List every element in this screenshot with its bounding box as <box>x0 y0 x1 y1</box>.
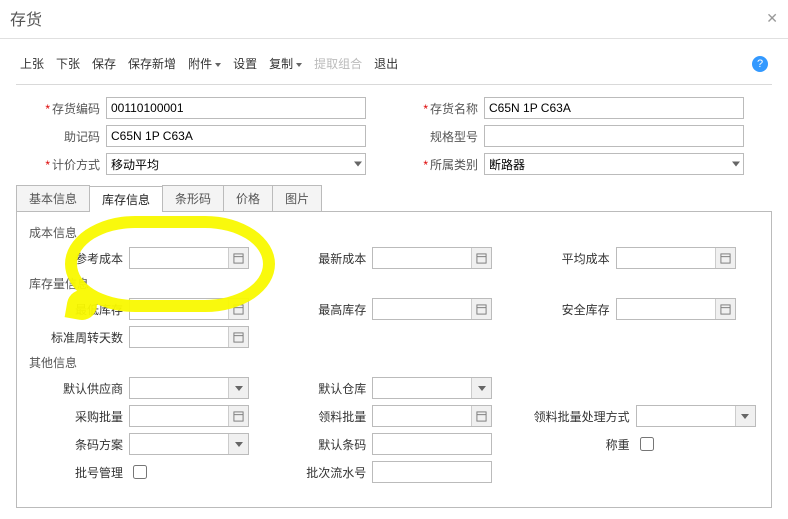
input-min-stock[interactable] <box>129 298 249 320</box>
tabs: 基本信息 库存信息 条形码 价格 图片 <box>16 185 772 212</box>
input-name[interactable] <box>484 97 744 119</box>
tab-basic[interactable]: 基本信息 <box>16 185 90 211</box>
section-qty-title: 库存量信息 <box>29 275 759 292</box>
label-name: 存货名称 <box>394 100 484 117</box>
input-latest-cost[interactable] <box>372 247 492 269</box>
label-category: 所属类别 <box>394 156 484 173</box>
picker-icon[interactable] <box>228 406 248 426</box>
input-batch-serial[interactable] <box>372 461 492 483</box>
label-ref-cost: 参考成本 <box>29 250 129 267</box>
chevron-down-icon[interactable] <box>228 378 248 398</box>
page-title: 存货 <box>10 6 42 30</box>
tab-barcode[interactable]: 条形码 <box>162 185 224 211</box>
label-purchase-batch: 采购批量 <box>29 408 129 425</box>
toolbar-save[interactable]: 保存 <box>92 55 116 72</box>
label-avg-cost: 平均成本 <box>516 250 616 267</box>
toolbar-copy[interactable]: 复制 <box>269 55 302 72</box>
input-ref-cost[interactable] <box>129 247 249 269</box>
label-std-turn-days: 标准周转天数 <box>29 329 129 346</box>
help-icon[interactable]: ? <box>752 56 768 72</box>
picker-icon[interactable] <box>715 299 735 319</box>
toolbar-next[interactable]: 下张 <box>56 55 80 72</box>
picker-icon[interactable] <box>471 248 491 268</box>
picker-icon[interactable] <box>471 299 491 319</box>
section-other-title: 其他信息 <box>29 354 759 371</box>
checkbox-weigh[interactable] <box>640 437 654 451</box>
label-max-stock: 最高库存 <box>272 301 372 318</box>
tab-price[interactable]: 价格 <box>223 185 273 211</box>
label-barcode-scheme: 条码方案 <box>29 436 129 453</box>
picker-icon[interactable] <box>715 248 735 268</box>
picker-icon[interactable] <box>471 406 491 426</box>
picker-icon[interactable] <box>228 248 248 268</box>
input-spec[interactable] <box>484 125 744 147</box>
label-default-barcode: 默认条码 <box>272 436 372 453</box>
input-std-turn-days[interactable] <box>129 326 249 348</box>
label-mnemonic: 助记码 <box>16 128 106 145</box>
select-barcode-scheme[interactable] <box>129 433 249 455</box>
tab-stock[interactable]: 库存信息 <box>89 186 163 212</box>
section-cost-title: 成本信息 <box>29 224 759 241</box>
label-batch-mgmt: 批号管理 <box>29 464 129 481</box>
label-latest-cost: 最新成本 <box>272 250 372 267</box>
toolbar-save-new[interactable]: 保存新增 <box>128 55 176 72</box>
select-pick-batch-mode[interactable] <box>636 405 756 427</box>
picker-icon[interactable] <box>228 299 248 319</box>
label-min-stock: 最低库存 <box>29 301 129 318</box>
toolbar-settings[interactable]: 设置 <box>233 55 257 72</box>
input-safety-stock[interactable] <box>616 298 736 320</box>
select-default-wh[interactable] <box>372 377 492 399</box>
label-pick-batch-mode: 领料批量处理方式 <box>516 408 636 425</box>
toolbar: 上张 下张 保存 保存新增 附件 设置 复制 提取组合 退出 ? <box>16 49 772 85</box>
label-cost-method: 计价方式 <box>16 156 106 173</box>
toolbar-attach[interactable]: 附件 <box>188 55 221 72</box>
toolbar-extract: 提取组合 <box>314 55 362 72</box>
label-batch-serial: 批次流水号 <box>272 464 372 481</box>
input-code[interactable] <box>106 97 366 119</box>
label-code: 存货编码 <box>16 100 106 117</box>
checkbox-batch-mgmt[interactable] <box>133 465 147 479</box>
input-purchase-batch[interactable] <box>129 405 249 427</box>
tab-image[interactable]: 图片 <box>272 185 322 211</box>
toolbar-prev[interactable]: 上张 <box>20 55 44 72</box>
close-icon[interactable]: ✕ <box>766 10 778 27</box>
panel-stock: 成本信息 参考成本 最新成本 平均成本 库存量信息 最低库存 最高库存 <box>16 212 772 508</box>
select-cost-method[interactable] <box>106 153 366 175</box>
chevron-down-icon[interactable] <box>735 406 755 426</box>
select-category[interactable] <box>484 153 744 175</box>
input-default-barcode[interactable] <box>372 433 492 455</box>
input-avg-cost[interactable] <box>616 247 736 269</box>
label-default-supplier: 默认供应商 <box>29 380 129 397</box>
chevron-down-icon[interactable] <box>471 378 491 398</box>
label-pick-batch: 领料批量 <box>272 408 372 425</box>
select-default-supplier[interactable] <box>129 377 249 399</box>
picker-icon[interactable] <box>228 327 248 347</box>
label-safety-stock: 安全库存 <box>516 301 616 318</box>
toolbar-exit[interactable]: 退出 <box>374 55 398 72</box>
input-max-stock[interactable] <box>372 298 492 320</box>
label-weigh: 称重 <box>516 436 636 453</box>
label-default-wh: 默认仓库 <box>272 380 372 397</box>
chevron-down-icon[interactable] <box>228 434 248 454</box>
label-spec: 规格型号 <box>394 128 484 145</box>
input-pick-batch[interactable] <box>372 405 492 427</box>
input-mnemonic[interactable] <box>106 125 366 147</box>
